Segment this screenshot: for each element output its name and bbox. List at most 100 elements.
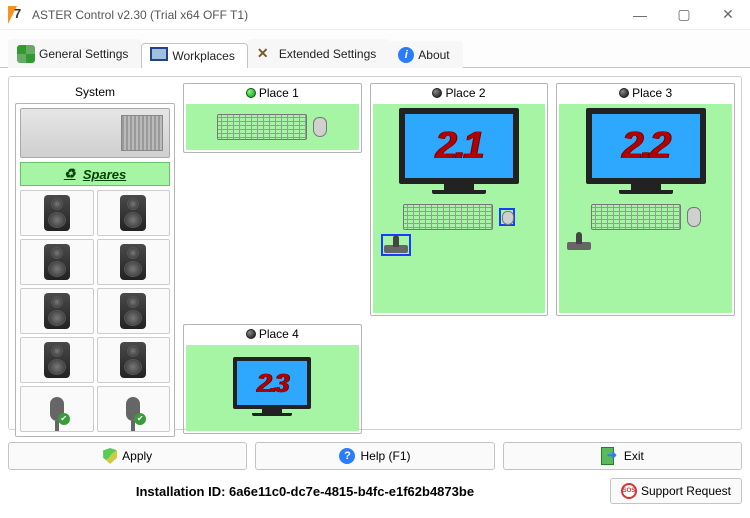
place-label: Place 2	[445, 86, 485, 100]
support-request-button[interactable]: SOS Support Request	[610, 478, 742, 504]
close-button[interactable]: ✕	[706, 0, 750, 30]
speaker-icon	[44, 293, 70, 329]
place-body[interactable]	[186, 104, 359, 150]
spare-speaker[interactable]	[97, 337, 171, 383]
keyboard-icon[interactable]	[403, 204, 493, 230]
workplaces-panel: System ♻ Spares	[8, 76, 742, 430]
spares-label: Spares	[83, 167, 126, 182]
tab-label: Workplaces	[172, 49, 234, 63]
spare-mic[interactable]	[20, 386, 94, 432]
place-4[interactable]: Place 4 2.3	[183, 324, 362, 434]
place-label: Place 4	[259, 327, 299, 341]
exit-icon	[601, 447, 619, 465]
minimize-button[interactable]: —	[618, 0, 662, 30]
places-grid: Place 1 Place 2 2.1	[183, 83, 735, 437]
status-dot-black	[432, 88, 442, 98]
maximize-button[interactable]: ▢	[662, 0, 706, 30]
place-header: Place 3	[557, 84, 734, 102]
monitor-icon[interactable]: 2.2	[586, 108, 706, 200]
monitor-icon	[150, 47, 168, 61]
keyboard-icon[interactable]	[217, 114, 307, 140]
tab-workplaces[interactable]: Workplaces	[141, 43, 247, 68]
spare-mic[interactable]	[97, 386, 171, 432]
joystick-icon[interactable]	[567, 234, 591, 250]
system-unit-icon[interactable]	[20, 108, 170, 158]
info-icon: i	[398, 47, 414, 63]
mouse-icon-selected[interactable]	[499, 208, 515, 226]
tab-extended-settings[interactable]: Extended Settings	[248, 39, 389, 68]
window-buttons: — ▢ ✕	[618, 0, 750, 30]
spares-list	[20, 190, 170, 432]
joystick-icon-selected[interactable]	[381, 234, 411, 256]
system-column: System ♻ Spares	[15, 83, 175, 437]
bottom-button-bar: Apply ? Help (F1) Exit	[0, 438, 750, 474]
speaker-icon	[44, 195, 70, 231]
speaker-icon	[120, 244, 146, 280]
tab-content: System ♻ Spares	[0, 68, 750, 438]
place-label: Place 3	[632, 86, 672, 100]
spare-speaker[interactable]	[97, 190, 171, 236]
monitor-icon[interactable]: 2.3	[233, 357, 311, 419]
speaker-icon	[120, 293, 146, 329]
monitor-icon[interactable]: 2.1	[399, 108, 519, 200]
mouse-icon[interactable]	[313, 117, 327, 137]
button-label: Exit	[624, 449, 644, 463]
mic-icon	[126, 397, 140, 421]
place-header: Place 2	[371, 84, 548, 102]
installation-id: Installation ID: 6a6e11c0-dc7e-4815-b4fc…	[8, 484, 602, 499]
place-2[interactable]: Place 2 2.1	[370, 83, 549, 316]
help-icon: ?	[339, 448, 355, 464]
system-frame[interactable]: ♻ Spares	[15, 103, 175, 437]
spare-speaker[interactable]	[20, 190, 94, 236]
screen-number: 2.1	[399, 108, 519, 184]
place-label: Place 1	[259, 86, 299, 100]
place-header: Place 4	[184, 325, 361, 343]
button-label: Help (F1)	[360, 449, 410, 463]
spare-speaker[interactable]	[97, 288, 171, 334]
button-label: Support Request	[641, 484, 731, 498]
screen-number: 2.3	[233, 357, 311, 409]
status-dot-black	[246, 329, 256, 339]
sos-icon: SOS	[621, 483, 637, 499]
exit-button[interactable]: Exit	[503, 442, 742, 470]
tab-bar: General Settings Workplaces Extended Set…	[0, 30, 750, 68]
app-logo-icon	[8, 6, 26, 24]
tab-general-settings[interactable]: General Settings	[8, 39, 141, 68]
mouse-icon[interactable]	[687, 207, 701, 227]
place-body[interactable]: 2.2	[559, 104, 732, 313]
spare-speaker[interactable]	[20, 239, 94, 285]
button-label: Apply	[122, 449, 152, 463]
title-bar: ASTER Control v2.30 (Trial x64 OFF T1) —…	[0, 0, 750, 30]
tab-label: General Settings	[39, 47, 128, 61]
help-button[interactable]: ? Help (F1)	[255, 442, 494, 470]
status-dot-green	[246, 88, 256, 98]
place-body[interactable]: 2.3	[186, 345, 359, 431]
spare-speaker[interactable]	[20, 337, 94, 383]
place-body[interactable]: 2.1	[373, 104, 546, 313]
place-header: Place 1	[184, 84, 361, 102]
keyboard-icon[interactable]	[591, 204, 681, 230]
system-title: System	[15, 83, 175, 103]
apply-button[interactable]: Apply	[8, 442, 247, 470]
screen-number: 2.2	[586, 108, 706, 184]
tab-about[interactable]: i About	[389, 41, 462, 68]
footer: Installation ID: 6a6e11c0-dc7e-4815-b4fc…	[0, 474, 750, 510]
wrench-icon	[257, 45, 275, 63]
tab-label: Extended Settings	[279, 47, 376, 61]
tab-label: About	[418, 48, 449, 62]
speaker-icon	[120, 342, 146, 378]
spare-speaker[interactable]	[20, 288, 94, 334]
mic-icon	[50, 397, 64, 421]
speaker-icon	[44, 342, 70, 378]
joystick-icon	[384, 237, 408, 253]
status-dot-black	[619, 88, 629, 98]
speaker-icon	[120, 195, 146, 231]
gear-icon	[17, 45, 35, 63]
spare-speaker[interactable]	[97, 239, 171, 285]
shield-icon	[103, 448, 117, 464]
spares-header[interactable]: ♻ Spares	[20, 162, 170, 186]
place-3[interactable]: Place 3 2.2	[556, 83, 735, 316]
window-title: ASTER Control v2.30 (Trial x64 OFF T1)	[32, 8, 248, 22]
speaker-icon	[44, 244, 70, 280]
place-1[interactable]: Place 1	[183, 83, 362, 153]
